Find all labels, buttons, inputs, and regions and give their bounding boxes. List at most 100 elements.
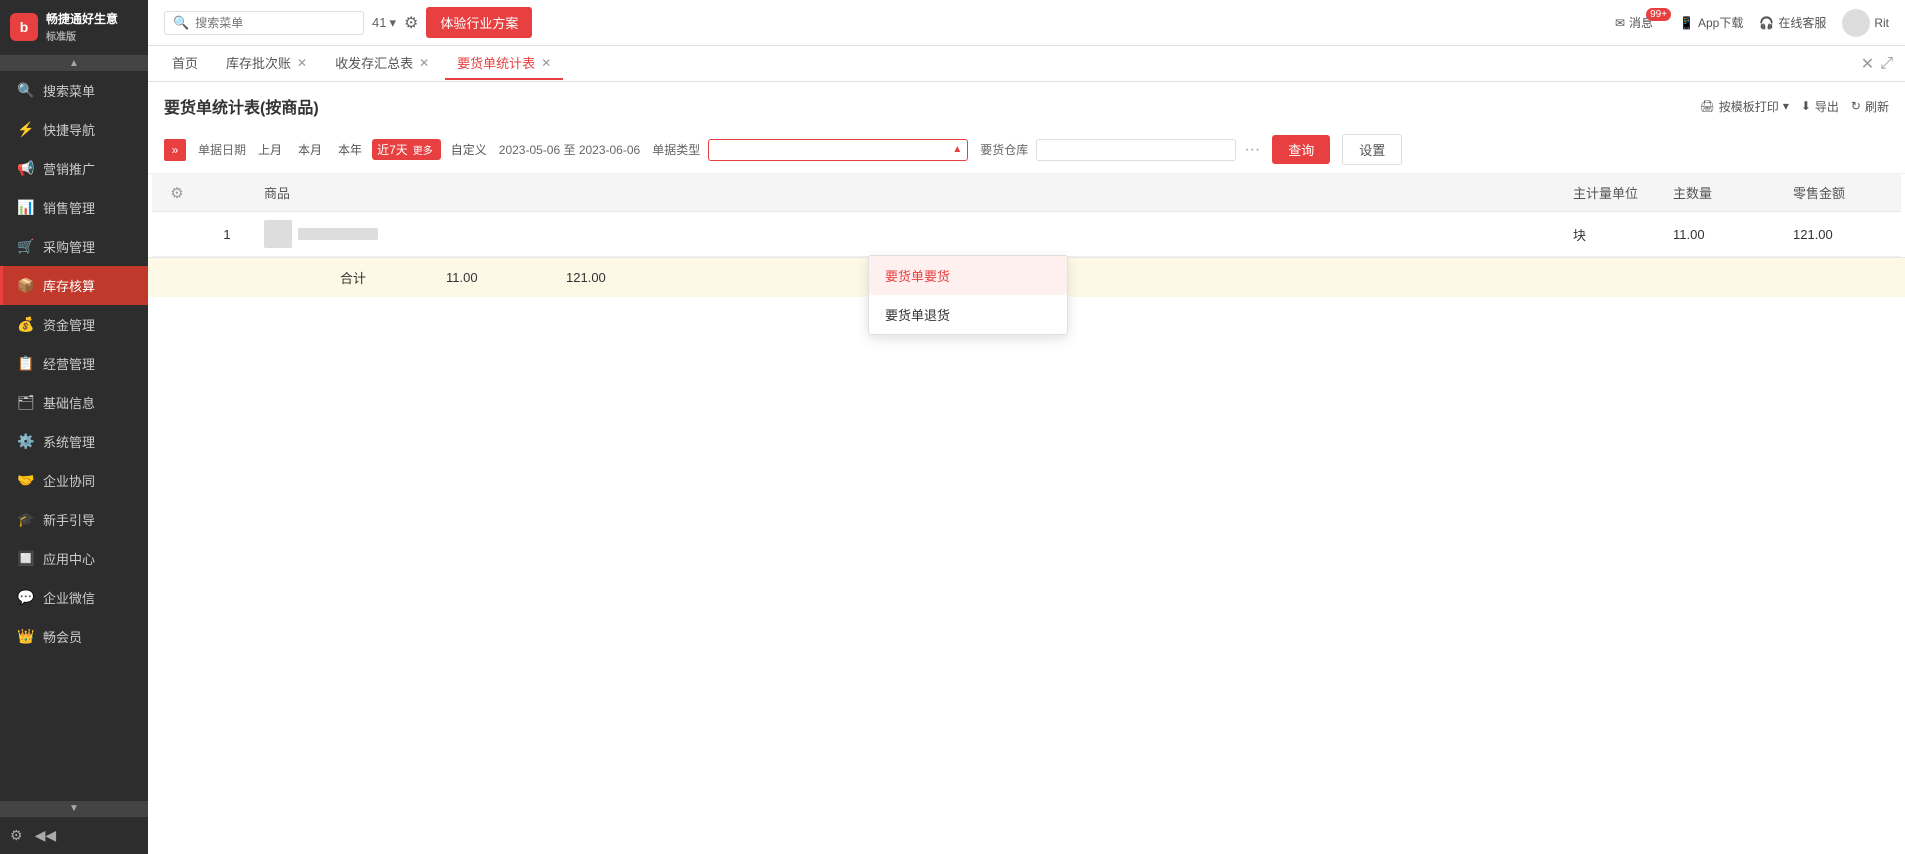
tab-home[interactable]: 首页 bbox=[160, 47, 210, 80]
total-amount: 121.00 bbox=[566, 270, 666, 285]
sidebar-item-guide[interactable]: 🎓 新手引导 bbox=[0, 500, 148, 539]
topbar-right: ✉ 消息 99+ 📱 App下载 🎧 在线客服 Rit bbox=[1615, 9, 1889, 37]
date-quick-btns: 上月 本月 本年 近7天更多 自定义 bbox=[252, 139, 493, 160]
sidebar-item-search[interactable]: 🔍 搜索菜单 bbox=[0, 71, 148, 110]
filter-more-btn[interactable]: ··· bbox=[1244, 141, 1260, 159]
data-table: ⚙ 商品 主计量单位 主数量 零售金额 1 bbox=[152, 174, 1901, 257]
th-qty: 主数量 bbox=[1661, 174, 1781, 212]
tab-receive-summary[interactable]: 收发存汇总表 ✕ bbox=[323, 47, 441, 80]
filter-date-label: 单据日期 bbox=[198, 141, 246, 158]
tab-expand-btn[interactable]: ⤢ bbox=[1880, 54, 1893, 74]
filter-settings-btn[interactable]: 设置 bbox=[1342, 134, 1402, 165]
page-title: 要货单统计表(按商品) bbox=[164, 94, 319, 118]
total-qty: 11.00 bbox=[446, 270, 566, 285]
sidebar-logo: b 畅捷通好生意 标准版 bbox=[0, 0, 148, 56]
date-btn-custom[interactable]: 自定义 bbox=[445, 139, 493, 160]
online-service-btn[interactable]: 🎧 在线客服 bbox=[1759, 14, 1826, 31]
tab-receive-summary-close[interactable]: ✕ bbox=[419, 56, 429, 70]
app-download-icon: 📱 bbox=[1679, 16, 1694, 30]
refresh-btn[interactable]: ↻ 刷新 bbox=[1851, 98, 1889, 115]
th-product: 商品 bbox=[252, 174, 1561, 212]
tab-inventory-batch[interactable]: 库存批次账 ✕ bbox=[214, 47, 319, 80]
th-settings[interactable]: ⚙ bbox=[152, 174, 202, 212]
messages-btn[interactable]: ✉ 消息 99+ bbox=[1615, 14, 1663, 31]
sales-icon: 📊 bbox=[17, 198, 35, 216]
basic-icon: 🗂 bbox=[17, 393, 35, 411]
doctype-dropdown-menu: 要货单要货 要货单退货 bbox=[868, 255, 1068, 335]
enterprise-icon: 🤝 bbox=[17, 471, 35, 489]
sidebar-scroll-down[interactable]: ▼ bbox=[0, 801, 148, 816]
sidebar-item-label: 新手引导 bbox=[43, 510, 95, 529]
topbar-search-box[interactable]: 🔍 bbox=[164, 11, 364, 35]
tab-receive-summary-label: 收发存汇总表 bbox=[335, 53, 413, 72]
print-icon: 🖨 bbox=[1700, 99, 1715, 113]
sidebar-item-label: 企业协同 bbox=[43, 471, 95, 490]
finance-icon: 💰 bbox=[17, 315, 35, 333]
online-service-label: 在线客服 bbox=[1778, 14, 1826, 31]
query-btn[interactable]: 查询 bbox=[1272, 135, 1330, 164]
dropdown-item-order[interactable]: 要货单要货 bbox=[869, 256, 1067, 295]
page-container: 要货单统计表(按商品) 🖨 按模板打印 ▾ ⬇ 导出 ↻ 刷新 » bbox=[148, 82, 1905, 854]
date-btn-this-month[interactable]: 本月 bbox=[292, 139, 328, 160]
sidebar-item-label: 库存核算 bbox=[43, 276, 95, 295]
th-unit: 主计量单位 bbox=[1561, 174, 1661, 212]
sidebar-item-quick-nav[interactable]: ⚡ 快捷导航 bbox=[0, 110, 148, 149]
filter-doctype-input[interactable] bbox=[708, 139, 968, 161]
sidebar-item-label: 资金管理 bbox=[43, 315, 95, 334]
sidebar-item-system[interactable]: ⚙️ 系统管理 bbox=[0, 422, 148, 461]
sidebar-nav: 🔍 搜索菜单 ⚡ 快捷导航 📢 营销推广 📊 销售管理 🛒 采购管理 📦 库存核… bbox=[0, 71, 148, 801]
sidebar-item-marketing[interactable]: 📢 营销推广 bbox=[0, 149, 148, 188]
sidebar-item-purchase[interactable]: 🛒 采购管理 bbox=[0, 227, 148, 266]
user-area[interactable]: Rit bbox=[1842, 9, 1889, 37]
sidebar-item-finance[interactable]: 💰 资金管理 bbox=[0, 305, 148, 344]
sidebar-item-member[interactable]: 👑 畅会员 bbox=[0, 617, 148, 656]
sidebar-bottom: ⚙ ◀◀ bbox=[0, 816, 148, 854]
export-label: 导出 bbox=[1815, 98, 1839, 115]
appstore-icon: 🔲 bbox=[17, 549, 35, 567]
topbar-number-dropdown[interactable]: 41 ▾ bbox=[372, 15, 396, 31]
tab-requisition-stats-close[interactable]: ✕ bbox=[541, 56, 551, 70]
app-download-btn[interactable]: 📱 App下载 bbox=[1679, 14, 1743, 31]
sidebar-item-label: 采购管理 bbox=[43, 237, 95, 256]
tab-requisition-stats[interactable]: 要货单统计表 ✕ bbox=[445, 47, 563, 80]
topbar-gear-icon[interactable]: ⚙ bbox=[404, 13, 418, 33]
sidebar-item-basic[interactable]: 🗂 基础信息 bbox=[0, 383, 148, 422]
table-row: 1 块 11.00 121.00 bbox=[152, 212, 1901, 257]
filter-doctype-wrapper: ▲ bbox=[708, 139, 968, 161]
row-seq: 1 bbox=[202, 212, 252, 257]
topbar-search-input[interactable] bbox=[195, 16, 345, 30]
filter-expand-btn[interactable]: » bbox=[164, 139, 186, 161]
sidebar-item-sales[interactable]: 📊 销售管理 bbox=[0, 188, 148, 227]
message-badge: 99+ bbox=[1646, 8, 1671, 21]
sidebar-item-operation[interactable]: 📋 经营管理 bbox=[0, 344, 148, 383]
tab-close-all-btn[interactable]: ✕ bbox=[1861, 54, 1874, 74]
sidebar-item-enterprise[interactable]: 🤝 企业协同 bbox=[0, 461, 148, 500]
logo-icon: b bbox=[10, 13, 38, 41]
sidebar-item-label: 应用中心 bbox=[43, 549, 95, 568]
filter-warehouse-input[interactable] bbox=[1036, 139, 1236, 161]
row-settings bbox=[152, 212, 202, 257]
dropdown-item-return[interactable]: 要货单退货 bbox=[869, 295, 1067, 334]
service-icon: 🎧 bbox=[1759, 16, 1774, 30]
export-btn[interactable]: ⬇ 导出 bbox=[1801, 98, 1839, 115]
row-amount: 121.00 bbox=[1781, 212, 1901, 257]
row-product bbox=[252, 212, 1561, 257]
row-unit: 块 bbox=[1561, 212, 1661, 257]
print-template-btn[interactable]: 🖨 按模板打印 ▾ bbox=[1700, 98, 1789, 115]
product-name bbox=[298, 228, 378, 240]
user-avatar bbox=[1842, 9, 1870, 37]
sidebar-item-appstore[interactable]: 🔲 应用中心 bbox=[0, 539, 148, 578]
tab-inventory-batch-close[interactable]: ✕ bbox=[297, 56, 307, 70]
date-btn-this-year[interactable]: 本年 bbox=[332, 139, 368, 160]
sidebar-item-inventory[interactable]: 📦 库存核算 bbox=[0, 266, 148, 305]
inventory-icon: 📦 bbox=[17, 276, 35, 294]
sidebar-item-wechat[interactable]: 💬 企业微信 bbox=[0, 578, 148, 617]
date-btn-7days[interactable]: 近7天更多 bbox=[372, 139, 441, 160]
settings-icon[interactable]: ⚙ bbox=[10, 827, 23, 844]
sidebar-scroll-up[interactable]: ▲ bbox=[0, 56, 148, 71]
print-template-dropdown-icon: ▾ bbox=[1783, 99, 1789, 113]
industry-btn[interactable]: 体验行业方案 bbox=[426, 7, 532, 38]
filter-warehouse-label: 要货仓库 bbox=[980, 141, 1028, 158]
date-btn-last-month[interactable]: 上月 bbox=[252, 139, 288, 160]
collapse-icon[interactable]: ◀◀ bbox=[35, 827, 57, 844]
